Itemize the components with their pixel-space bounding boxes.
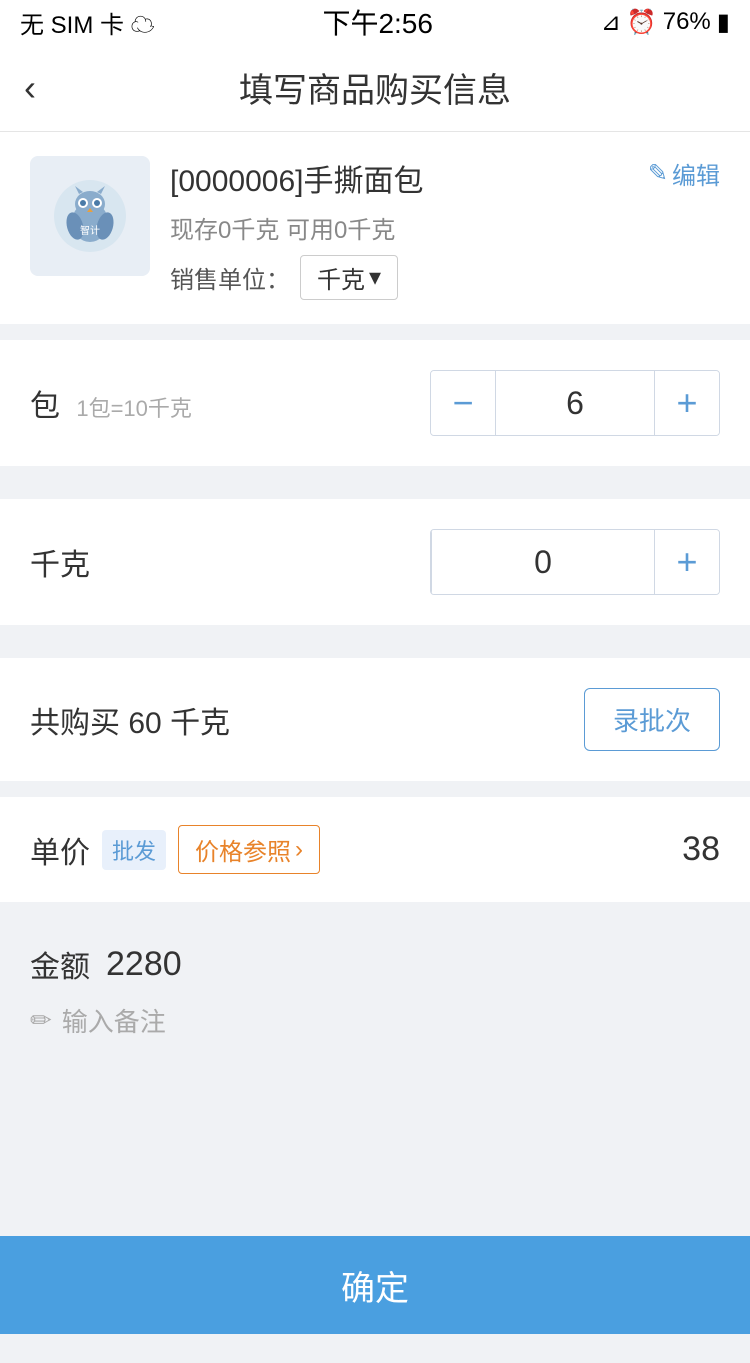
divider-3 (0, 781, 750, 797)
dropdown-icon: ▾ (369, 263, 381, 292)
product-info: [0000006]手撕面包 现存0千克 可用0千克 销售单位： 千克 ▾ (170, 156, 628, 300)
total-amount: 60 (128, 707, 170, 740)
product-thumbnail: 智计 (30, 156, 150, 276)
unit-value: 千克 (317, 260, 365, 295)
edit-icon: ✎ (648, 159, 668, 188)
amount-section: 金额 2280 ✏ 输入备注 (0, 918, 750, 1063)
nav-bar: ‹ 填写商品购买信息 (0, 44, 750, 132)
product-name: [0000006]手撕面包 (170, 156, 628, 200)
battery-icon: ▮ (717, 8, 730, 37)
price-label: 单价 (30, 828, 90, 872)
price-value: 38 (682, 830, 720, 869)
bao-section: 包 1包=10千克 − + (0, 340, 750, 467)
confirm-label: 确定 (341, 1261, 409, 1310)
unit-label: 销售单位： (170, 260, 290, 295)
alarm-icon: ⏰ (627, 8, 657, 37)
bao-minus-button[interactable]: − (431, 371, 495, 435)
location-icon: ⊿ (601, 8, 621, 37)
product-stock: 现存0千克 可用0千克 (170, 210, 628, 245)
price-section: 单价 批发 价格参照 › 38 (0, 797, 750, 902)
price-left: 单价 批发 价格参照 › (30, 825, 320, 874)
amount-label: 金额 (30, 942, 90, 986)
bao-plus-button[interactable]: + (655, 371, 719, 435)
page-title: 填写商品购买信息 (239, 63, 511, 112)
product-card: 智计 [0000006]手撕面包 现存0千克 可用0千克 销售单位： 千克 ▾ … (0, 132, 750, 324)
unit-select[interactable]: 千克 ▾ (300, 255, 398, 300)
product-unit: 销售单位： 千克 ▾ (170, 255, 628, 300)
kg-label: 千克 (30, 540, 430, 584)
kg-plus-button[interactable]: + (655, 530, 719, 594)
bao-hint: 1包=10千克 (76, 396, 192, 421)
kg-section: 千克 + (0, 499, 750, 626)
kg-qty-control: + (430, 529, 720, 595)
edit-button[interactable]: ✎ 编辑 (648, 156, 720, 191)
pencil-icon: ✏ (30, 1005, 52, 1036)
sim-label: 无 SIM 卡 ☁ (20, 5, 155, 40)
battery-label: 76% (663, 8, 711, 36)
svg-text:智计: 智计 (80, 224, 100, 237)
product-logo: 智计 (50, 176, 130, 256)
kg-qty-input[interactable] (431, 530, 655, 594)
note-row[interactable]: ✏ 输入备注 (30, 1002, 720, 1063)
bao-qty-row: 包 1包=10千克 − + (0, 340, 750, 467)
bao-label: 包 1包=10千克 (30, 381, 430, 425)
edit-label: 编辑 (672, 156, 720, 191)
price-ref-arrow: › (295, 836, 303, 864)
status-bar: 无 SIM 卡 ☁ 下午2:56 ⊿ ⏰ 76% ▮ (0, 0, 750, 44)
total-text: 共购买 60 千克 (30, 698, 230, 742)
bao-qty-input[interactable] (495, 371, 655, 435)
bao-qty-control: − + (430, 370, 720, 436)
divider-1 (0, 483, 750, 499)
total-row: 共购买 60 千克 录批次 (0, 658, 750, 781)
price-ref-button[interactable]: 价格参照 › (178, 825, 320, 874)
price-ref-label: 价格参照 (195, 832, 291, 867)
status-time: 下午2:56 (322, 2, 433, 42)
back-button[interactable]: ‹ (24, 67, 36, 109)
price-tag: 批发 (102, 830, 166, 870)
note-placeholder: 输入备注 (62, 1002, 166, 1039)
confirm-button[interactable]: 确定 (0, 1236, 750, 1334)
status-left: 无 SIM 卡 ☁ (20, 5, 155, 40)
amount-row: 金额 2280 (30, 942, 720, 1002)
kg-qty-row: 千克 + (0, 499, 750, 626)
status-right: ⊿ ⏰ 76% ▮ (601, 8, 730, 37)
price-row: 单价 批发 价格参照 › 38 (30, 825, 720, 874)
amount-value: 2280 (106, 945, 182, 984)
divider-2 (0, 642, 750, 658)
batch-button[interactable]: 录批次 (584, 688, 720, 751)
